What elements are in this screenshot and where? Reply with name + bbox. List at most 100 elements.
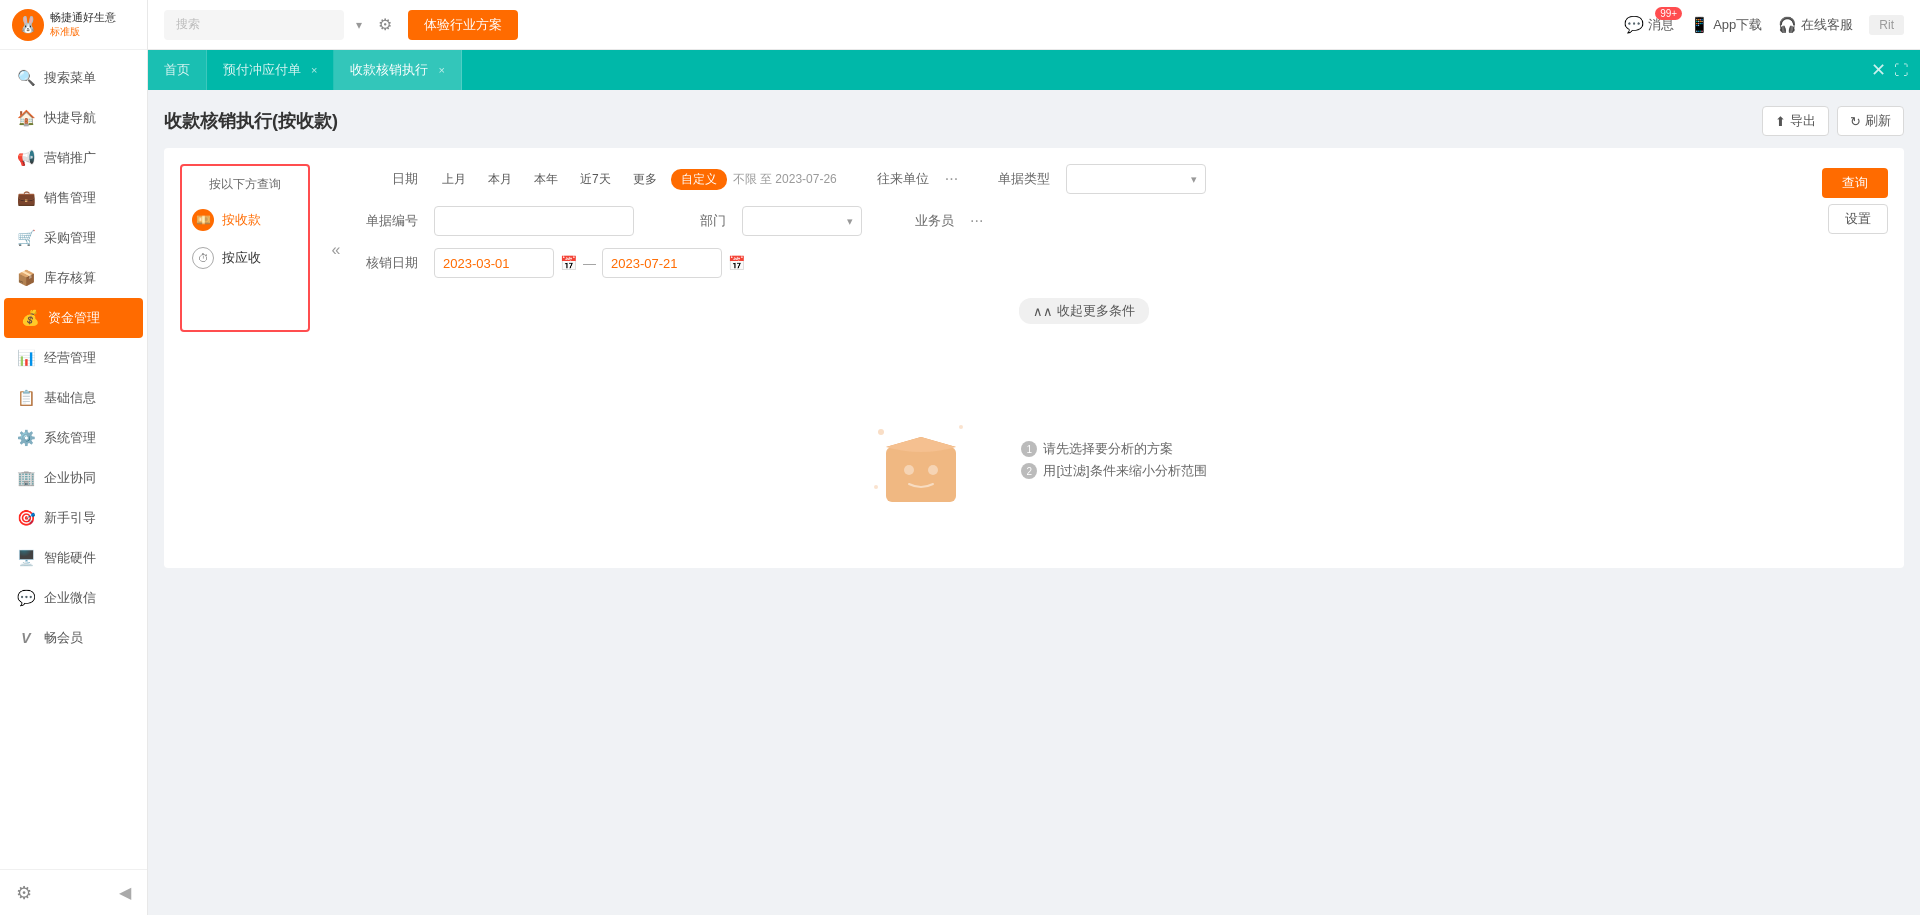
doc-type-select[interactable]: ▾ — [1066, 164, 1206, 194]
topbar-gear-icon[interactable]: ⚙ — [378, 15, 392, 34]
doc-no-label: 单据编号 — [362, 212, 418, 230]
export-button[interactable]: ⬆ 导出 — [1762, 106, 1829, 136]
sidebar-item-purchase[interactable]: 🛒 采购管理 — [0, 218, 147, 258]
date-btn-last-7-days[interactable]: 近7天 — [572, 169, 619, 190]
sidebar-item-label: 基础信息 — [44, 389, 96, 407]
tab-home[interactable]: 首页 — [148, 50, 207, 90]
member-icon: V — [16, 628, 36, 648]
setting-button[interactable]: 设置 — [1828, 204, 1888, 234]
tab-receivable-close-icon[interactable]: × — [438, 64, 444, 76]
sidebar-item-basic[interactable]: 📋 基础信息 — [0, 378, 147, 418]
tab-prepay-close-icon[interactable]: × — [311, 64, 317, 76]
tab-prepay[interactable]: 预付冲应付单 × — [207, 50, 334, 90]
system-icon: ⚙️ — [16, 428, 36, 448]
filter-sidebar-title: 按以下方查询 — [182, 176, 308, 201]
sidebar-item-hardware[interactable]: 🖥️ 智能硬件 — [0, 538, 147, 578]
filter-option-by-receipt[interactable]: 💴 按收款 — [182, 201, 308, 239]
logo-text-group: 畅捷通好生意 标准版 — [50, 10, 116, 38]
sidebar-item-label: 新手引导 — [44, 509, 96, 527]
counterparty-dots[interactable]: ··· — [945, 170, 958, 188]
sidebar-item-search[interactable]: 🔍 搜索菜单 — [0, 58, 147, 98]
hint-num-2: 2 — [1021, 463, 1037, 479]
date-btn-more[interactable]: 更多 — [625, 169, 665, 190]
filter-panel: 按以下方查询 💴 按收款 ⏱ 按应收 « — [180, 164, 1888, 332]
sidebar-item-enterprise[interactable]: 🏢 企业协同 — [0, 458, 147, 498]
empty-svg — [861, 412, 981, 512]
sidebar-collapse-icon[interactable]: ◀ — [119, 883, 131, 902]
topbar-search[interactable]: 搜索 — [164, 10, 344, 40]
refresh-icon: ↻ — [1850, 114, 1861, 129]
filter-collapse-button[interactable]: « — [326, 164, 346, 332]
collapse-more-row: ∧∧ 收起更多条件 — [362, 290, 1806, 332]
doc-no-input[interactable] — [434, 206, 634, 236]
writeoff-end-calendar-icon[interactable]: 📅 — [728, 255, 745, 271]
tabbar-close-icon[interactable]: ✕ — [1871, 59, 1886, 81]
sidebar-item-label: 快捷导航 — [44, 109, 96, 127]
tab-home-label: 首页 — [164, 61, 190, 79]
empty-hint-1: 1 请先选择要分析的方案 — [1021, 440, 1206, 458]
date-dash: — — [583, 256, 596, 271]
date-btn-last-month[interactable]: 上月 — [434, 169, 474, 190]
filter-option-by-receivable[interactable]: ⏱ 按应收 — [182, 239, 308, 277]
sidebar-item-member[interactable]: V 畅会员 — [0, 618, 147, 658]
sidebar-item-label: 采购管理 — [44, 229, 96, 247]
inventory-icon: 📦 — [16, 268, 36, 288]
sidebar-item-shortcut[interactable]: 🏠 快捷导航 — [0, 98, 147, 138]
message-badge[interactable]: 💬 消息 99+ — [1624, 15, 1674, 34]
sidebar-item-label: 畅会员 — [44, 629, 83, 647]
refresh-button[interactable]: ↻ 刷新 — [1837, 106, 1904, 136]
svg-point-0 — [878, 429, 884, 435]
writeoff-start-input[interactable] — [434, 248, 554, 278]
basic-icon: 📋 — [16, 388, 36, 408]
operation-icon: 📊 — [16, 348, 36, 368]
topbar-chevron-icon[interactable]: ▾ — [356, 18, 362, 32]
user-name[interactable]: Rit — [1869, 15, 1904, 35]
sidebar-item-operation[interactable]: 📊 经营管理 — [0, 338, 147, 378]
writeoff-start-calendar-icon[interactable]: 📅 — [560, 255, 577, 271]
home-icon: 🏠 — [16, 108, 36, 128]
enterprise-icon: 🏢 — [16, 468, 36, 488]
date-btn-custom[interactable]: 自定义 — [671, 169, 727, 190]
staff-label: 业务员 — [898, 212, 954, 230]
solution-button[interactable]: 体验行业方案 — [408, 10, 518, 40]
finance-icon: 💰 — [20, 308, 40, 328]
doc-type-label: 单据类型 — [994, 170, 1050, 188]
date-btn-this-month[interactable]: 本月 — [480, 169, 520, 190]
tabbar-actions: ✕ ⛶ — [1871, 59, 1920, 81]
sidebar-item-system[interactable]: ⚙️ 系统管理 — [0, 418, 147, 458]
sidebar-item-marketing[interactable]: 📢 营销推广 — [0, 138, 147, 178]
writeoff-end-input[interactable] — [602, 248, 722, 278]
online-service-link[interactable]: 🎧 在线客服 — [1778, 16, 1853, 34]
app-name: 畅捷通好生意 — [50, 10, 116, 24]
sidebar-item-finance[interactable]: 💰 资金管理 — [4, 298, 143, 338]
staff-dots[interactable]: ··· — [970, 212, 983, 230]
app-download-link[interactable]: 📱 App下载 — [1690, 16, 1762, 34]
collapse-more-button[interactable]: ∧∧ 收起更多条件 — [1019, 298, 1149, 324]
sidebar-nav: 🔍 搜索菜单 🏠 快捷导航 📢 营销推广 💼 销售管理 🛒 采购管理 📦 库存核… — [0, 50, 147, 869]
app-logo: 🐰 畅捷通好生意 标准版 — [0, 0, 147, 50]
page-header: 收款核销执行(按收款) ⬆ 导出 ↻ 刷新 — [164, 106, 1904, 136]
sidebar-settings-icon[interactable]: ⚙ — [16, 882, 32, 904]
department-select[interactable]: ▾ — [742, 206, 862, 236]
filter-option-receipt-label: 按收款 — [222, 211, 261, 229]
sidebar-item-sales[interactable]: 💼 销售管理 — [0, 178, 147, 218]
sidebar-item-inventory[interactable]: 📦 库存核算 — [0, 258, 147, 298]
sidebar-item-label: 系统管理 — [44, 429, 96, 447]
tabbar-expand-icon[interactable]: ⛶ — [1894, 62, 1908, 78]
sidebar-item-label: 搜索菜单 — [44, 69, 96, 87]
page-content: 收款核销执行(按收款) ⬆ 导出 ↻ 刷新 按以下方查询 — [148, 90, 1920, 915]
receivable-icon: ⏱ — [192, 247, 214, 269]
hint-text-2: 用[过滤]条件来缩小分析范围 — [1043, 462, 1206, 480]
filter-main-area: 日期 上月 本月 本年 近7天 更多 自定义 不限 至 2023-07-26 — [362, 164, 1806, 332]
wechat-icon: 💬 — [16, 588, 36, 608]
counterparty-label: 往来单位 — [873, 170, 929, 188]
empty-hint-2: 2 用[过滤]条件来缩小分析范围 — [1021, 462, 1206, 480]
svg-rect-3 — [886, 447, 956, 502]
tab-receivable[interactable]: 收款核销执行 × — [334, 50, 461, 90]
query-button[interactable]: 查询 — [1822, 168, 1888, 198]
sidebar-item-label: 企业微信 — [44, 589, 96, 607]
svg-point-4 — [904, 465, 914, 475]
date-btn-this-year[interactable]: 本年 — [526, 169, 566, 190]
sidebar-item-guide[interactable]: 🎯 新手引导 — [0, 498, 147, 538]
sidebar-item-wechat[interactable]: 💬 企业微信 — [0, 578, 147, 618]
